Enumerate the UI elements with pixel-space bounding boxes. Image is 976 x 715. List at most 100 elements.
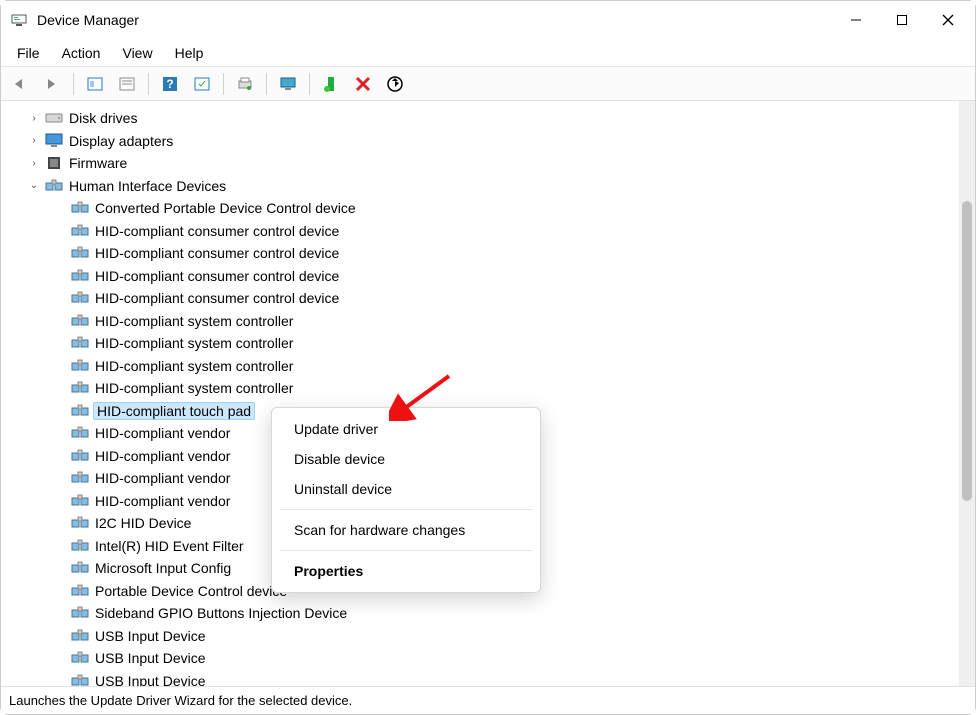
- category-label: Disk drives: [67, 110, 139, 126]
- context-menu-item[interactable]: Update driver: [272, 414, 540, 444]
- device-label: Sideband GPIO Buttons Injection Device: [93, 605, 349, 621]
- hid-device-icon: [71, 604, 89, 622]
- chevron-down-icon[interactable]: ⌄: [27, 180, 41, 191]
- hid-device-icon: [71, 357, 89, 375]
- chevron-right-icon[interactable]: ›: [27, 135, 41, 146]
- hid-device-icon: [71, 199, 89, 217]
- context-menu-separator: [280, 550, 532, 551]
- print-button[interactable]: [232, 71, 258, 97]
- category-label: Firmware: [67, 155, 129, 171]
- device-label: HID-compliant vendor: [93, 448, 232, 464]
- hid-device-icon: [71, 289, 89, 307]
- context-menu-item[interactable]: Scan for hardware changes: [272, 515, 540, 545]
- hid-device-icon: [71, 582, 89, 600]
- context-menu-item[interactable]: Disable device: [272, 444, 540, 474]
- tree-device-item[interactable]: HID-compliant system controller: [15, 377, 959, 400]
- menu-view[interactable]: View: [112, 41, 162, 65]
- hid-device-icon: [71, 469, 89, 487]
- chevron-right-icon[interactable]: ›: [27, 113, 41, 124]
- menu-file[interactable]: File: [7, 41, 50, 65]
- tree-device-item[interactable]: HID-compliant system controller: [15, 332, 959, 355]
- properties-toolbar-button[interactable]: [114, 71, 140, 97]
- tree-category[interactable]: › Firmware: [15, 152, 959, 175]
- hid-device-icon: [71, 672, 89, 686]
- device-label: HID-compliant vendor: [93, 493, 232, 509]
- device-label: HID-compliant consumer control device: [93, 245, 341, 261]
- tree-device-item[interactable]: HID-compliant consumer control device: [15, 265, 959, 288]
- context-menu-item[interactable]: Properties: [272, 556, 540, 586]
- toolbar: ?: [1, 67, 975, 101]
- add-driver-button[interactable]: [318, 71, 344, 97]
- hid-device-icon: [71, 334, 89, 352]
- tree-category[interactable]: › Display adapters: [15, 130, 959, 153]
- statusbar: Launches the Update Driver Wizard for th…: [1, 686, 975, 714]
- update-button[interactable]: [382, 71, 408, 97]
- tree-device-item[interactable]: HID-compliant consumer control device: [15, 242, 959, 265]
- tree-device-item[interactable]: Sideband GPIO Buttons Injection Device: [15, 602, 959, 625]
- device-label: HID-compliant system controller: [93, 313, 295, 329]
- hid-device-icon: [71, 649, 89, 667]
- menubar: File Action View Help: [1, 39, 975, 67]
- device-label: HID-compliant vendor: [93, 470, 232, 486]
- back-button[interactable]: [7, 71, 33, 97]
- tree-device-item[interactable]: USB Input Device: [15, 625, 959, 648]
- hid-device-icon: [71, 492, 89, 510]
- tree-category[interactable]: ⌄ Human Interface Devices: [15, 175, 959, 198]
- hid-device-icon: [71, 267, 89, 285]
- tree-device-item[interactable]: Converted Portable Device Control device: [15, 197, 959, 220]
- statusbar-text: Launches the Update Driver Wizard for th…: [9, 693, 352, 708]
- device-label: I2C HID Device: [93, 515, 193, 531]
- hid-device-icon: [71, 447, 89, 465]
- device-label: USB Input Device: [93, 650, 208, 666]
- hid-device-icon: [71, 424, 89, 442]
- hid-device-icon: [71, 402, 89, 420]
- device-label: HID-compliant system controller: [93, 380, 295, 396]
- device-label: Microsoft Input Config: [93, 560, 233, 576]
- tree-category[interactable]: › Disk drives: [15, 107, 959, 130]
- maximize-button[interactable]: [879, 1, 925, 39]
- titlebar: Device Manager: [1, 1, 975, 39]
- hid-icon: [45, 177, 63, 195]
- device-label: HID-compliant system controller: [93, 335, 295, 351]
- device-tree[interactable]: › Disk drives › Display adapters › Firmware ⌄ H…: [1, 101, 959, 686]
- forward-button[interactable]: [39, 71, 65, 97]
- context-menu-separator: [280, 509, 532, 510]
- tree-device-item[interactable]: HID-compliant consumer control device: [15, 220, 959, 243]
- show-hidden-button[interactable]: [82, 71, 108, 97]
- device-label: USB Input Device: [93, 628, 208, 644]
- chevron-right-icon[interactable]: ›: [27, 158, 41, 169]
- close-button[interactable]: [925, 1, 971, 39]
- tree-device-item[interactable]: HID-compliant system controller: [15, 355, 959, 378]
- tree-device-item[interactable]: USB Input Device: [15, 647, 959, 670]
- menu-action[interactable]: Action: [52, 41, 111, 65]
- disk-icon: [45, 109, 63, 127]
- device-label: USB Input Device: [93, 673, 208, 686]
- display-icon: [45, 132, 63, 150]
- device-label: Intel(R) HID Event Filter: [93, 538, 246, 554]
- tree-device-item[interactable]: USB Input Device: [15, 670, 959, 687]
- app-icon: [11, 12, 27, 28]
- hid-device-icon: [71, 537, 89, 555]
- menu-help[interactable]: Help: [165, 41, 214, 65]
- hid-device-icon: [71, 312, 89, 330]
- device-label: HID-compliant system controller: [93, 358, 295, 374]
- scrollbar-thumb[interactable]: [962, 201, 972, 501]
- firmware-icon: [45, 154, 63, 172]
- monitor-button[interactable]: [275, 71, 301, 97]
- vertical-scrollbar[interactable]: [959, 101, 975, 686]
- remove-button[interactable]: [350, 71, 376, 97]
- category-label: Display adapters: [67, 133, 175, 149]
- tree-device-item[interactable]: HID-compliant system controller: [15, 310, 959, 333]
- tree-device-item[interactable]: HID-compliant consumer control device: [15, 287, 959, 310]
- device-label: HID-compliant consumer control device: [93, 290, 341, 306]
- help-toolbar-button[interactable]: ?: [157, 71, 183, 97]
- device-label: HID-compliant consumer control device: [93, 223, 341, 239]
- hid-device-icon: [71, 514, 89, 532]
- hid-device-icon: [71, 379, 89, 397]
- hid-device-icon: [71, 222, 89, 240]
- minimize-button[interactable]: [833, 1, 879, 39]
- scan-button[interactable]: [189, 71, 215, 97]
- context-menu-item[interactable]: Uninstall device: [272, 474, 540, 504]
- category-label: Human Interface Devices: [67, 178, 228, 194]
- device-label: Portable Device Control device: [93, 583, 289, 599]
